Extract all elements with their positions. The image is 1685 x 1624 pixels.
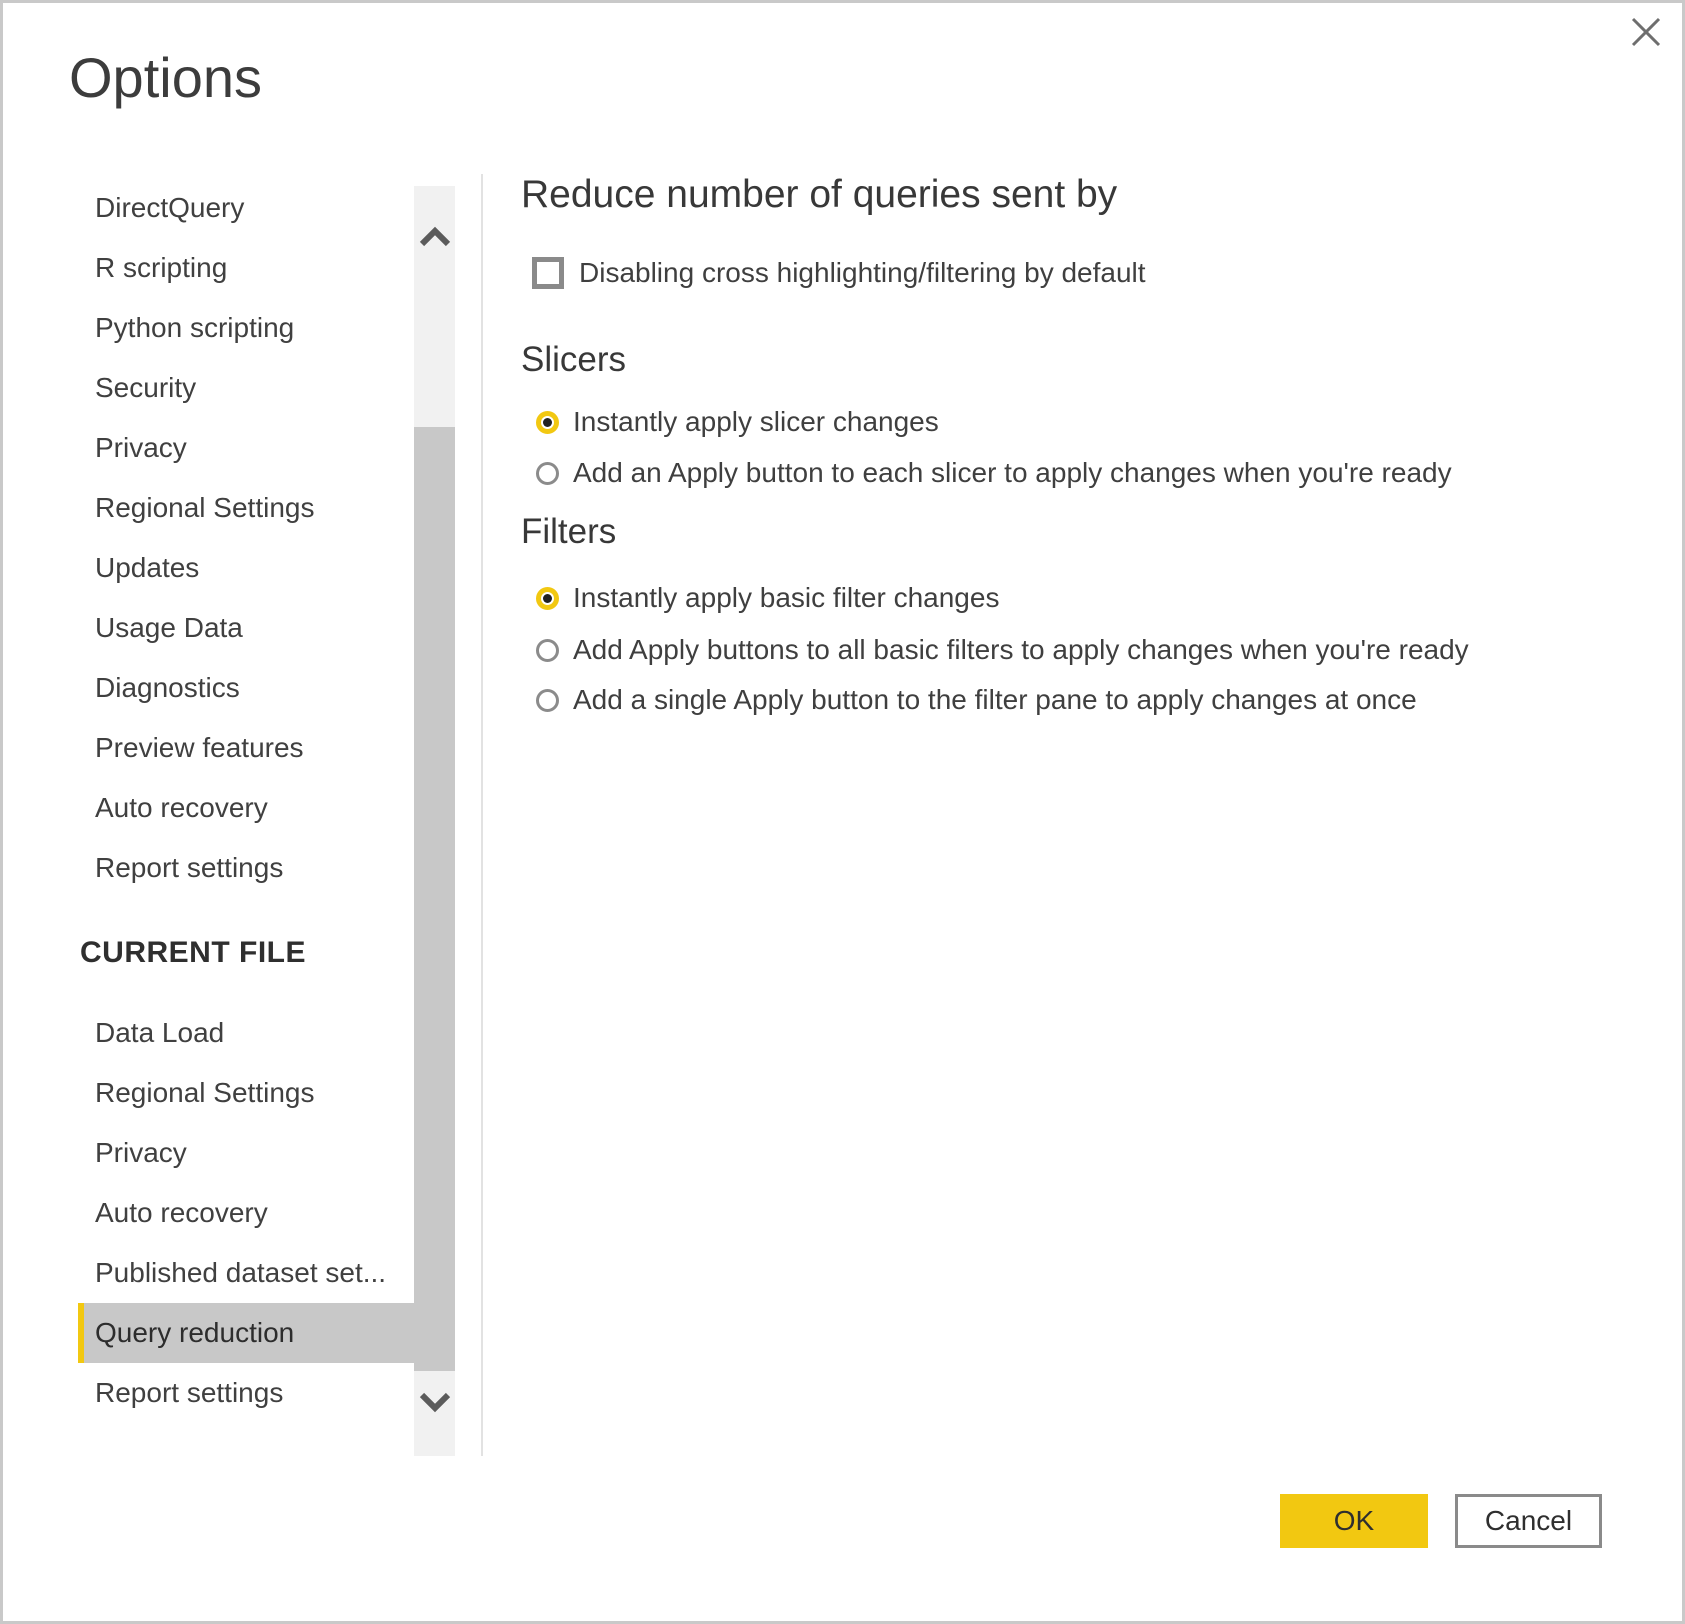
chevron-down-icon [419, 1391, 451, 1418]
radio-label: Instantly apply basic filter changes [573, 582, 999, 614]
sidebar-item-security[interactable]: Security [78, 358, 414, 418]
sidebar-item-label: Security [95, 372, 196, 404]
checkbox-label: Disabling cross highlighting/filtering b… [579, 257, 1146, 289]
sidebar-item-label: Preview features [95, 732, 304, 764]
sidebar-item-label: Regional Settings [95, 1077, 314, 1109]
sidebar-item-cf-regional-settings[interactable]: Regional Settings [78, 1063, 414, 1123]
sidebar-item-label: Python scripting [95, 312, 294, 344]
sidebar-item-data-load[interactable]: Data Load [78, 1003, 414, 1063]
sidebar-item-cf-auto-recovery[interactable]: Auto recovery [78, 1183, 414, 1243]
sidebar-section-current-file: CURRENT FILE [78, 918, 414, 988]
sidebar-item-query-reduction[interactable]: Query reduction [78, 1303, 414, 1363]
sidebar-item-label: Query reduction [95, 1317, 294, 1349]
sidebar-item-preview-features[interactable]: Preview features [78, 718, 414, 778]
scrollbar-thumb[interactable] [414, 427, 455, 1371]
sidebar-item-label: Privacy [95, 1137, 187, 1169]
sidebar: DirectQuery R scripting Python scripting… [78, 178, 414, 1423]
radio-unselected-icon[interactable] [536, 462, 559, 485]
sidebar-item-auto-recovery[interactable]: Auto recovery [78, 778, 414, 838]
radio-label: Instantly apply slicer changes [573, 406, 939, 438]
radio-filter-apply-buttons[interactable]: Add Apply buttons to all basic filters t… [536, 632, 1469, 668]
radio-label: Add an Apply button to each slicer to ap… [573, 457, 1452, 489]
section-heading-slicers: Slicers [521, 340, 626, 380]
section-heading-filters: Filters [521, 512, 616, 552]
sidebar-item-label: Report settings [95, 1377, 283, 1409]
sidebar-item-label: DirectQuery [95, 192, 244, 224]
page-title: Options [69, 45, 262, 110]
sidebar-item-label: Data Load [95, 1017, 224, 1049]
scroll-down-button[interactable] [414, 1384, 455, 1424]
radio-unselected-icon[interactable] [536, 639, 559, 662]
sidebar-item-report-settings[interactable]: Report settings [78, 838, 414, 898]
radio-selected-icon[interactable] [536, 411, 559, 434]
scroll-up-button[interactable] [414, 219, 455, 259]
close-icon [1630, 16, 1662, 53]
radio-instant-filter[interactable]: Instantly apply basic filter changes [536, 580, 999, 616]
sidebar-item-diagnostics[interactable]: Diagnostics [78, 658, 414, 718]
sidebar-item-label: Auto recovery [95, 1197, 268, 1229]
cross-highlight-checkbox[interactable] [532, 257, 564, 289]
sidebar-item-usage-data[interactable]: Usage Data [78, 598, 414, 658]
radio-selected-icon[interactable] [536, 587, 559, 610]
sidebar-item-updates[interactable]: Updates [78, 538, 414, 598]
sidebar-item-r-scripting[interactable]: R scripting [78, 238, 414, 298]
radio-label: Add Apply buttons to all basic filters t… [573, 634, 1469, 666]
close-button[interactable] [1623, 11, 1669, 57]
sidebar-item-directquery[interactable]: DirectQuery [78, 178, 414, 238]
radio-instant-slicer[interactable]: Instantly apply slicer changes [536, 404, 939, 440]
sidebar-item-privacy[interactable]: Privacy [78, 418, 414, 478]
sidebar-content-divider [481, 174, 483, 1456]
radio-slicer-apply-button[interactable]: Add an Apply button to each slicer to ap… [536, 455, 1452, 491]
radio-label: Add a single Apply button to the filter … [573, 684, 1417, 716]
current-file-list: Data Load Regional Settings Privacy Auto… [78, 1003, 414, 1423]
sidebar-item-label: Report settings [95, 852, 283, 884]
cross-highlight-checkbox-row[interactable]: Disabling cross highlighting/filtering b… [532, 255, 1146, 291]
cancel-button[interactable]: Cancel [1455, 1494, 1602, 1548]
sidebar-item-label: Published dataset set... [95, 1257, 386, 1289]
sidebar-item-cf-report-settings[interactable]: Report settings [78, 1363, 414, 1423]
sidebar-item-regional-settings[interactable]: Regional Settings [78, 478, 414, 538]
chevron-up-icon [419, 226, 451, 253]
ok-button[interactable]: OK [1280, 1494, 1428, 1548]
section-heading-reduce-queries: Reduce number of queries sent by [521, 173, 1117, 217]
sidebar-scrollbar[interactable] [414, 186, 455, 1456]
sidebar-item-python-scripting[interactable]: Python scripting [78, 298, 414, 358]
sidebar-item-label: Updates [95, 552, 199, 584]
sidebar-item-label: Privacy [95, 432, 187, 464]
sidebar-item-label: R scripting [95, 252, 227, 284]
radio-filter-single-apply[interactable]: Add a single Apply button to the filter … [536, 682, 1417, 718]
sidebar-item-label: Regional Settings [95, 492, 314, 524]
options-dialog: Options DirectQuery R scripting Python s… [0, 0, 1685, 1624]
sidebar-item-label: Usage Data [95, 612, 243, 644]
sidebar-item-published-dataset-settings[interactable]: Published dataset set... [78, 1243, 414, 1303]
radio-unselected-icon[interactable] [536, 689, 559, 712]
sidebar-item-label: Diagnostics [95, 672, 240, 704]
sidebar-item-cf-privacy[interactable]: Privacy [78, 1123, 414, 1183]
sidebar-item-label: Auto recovery [95, 792, 268, 824]
